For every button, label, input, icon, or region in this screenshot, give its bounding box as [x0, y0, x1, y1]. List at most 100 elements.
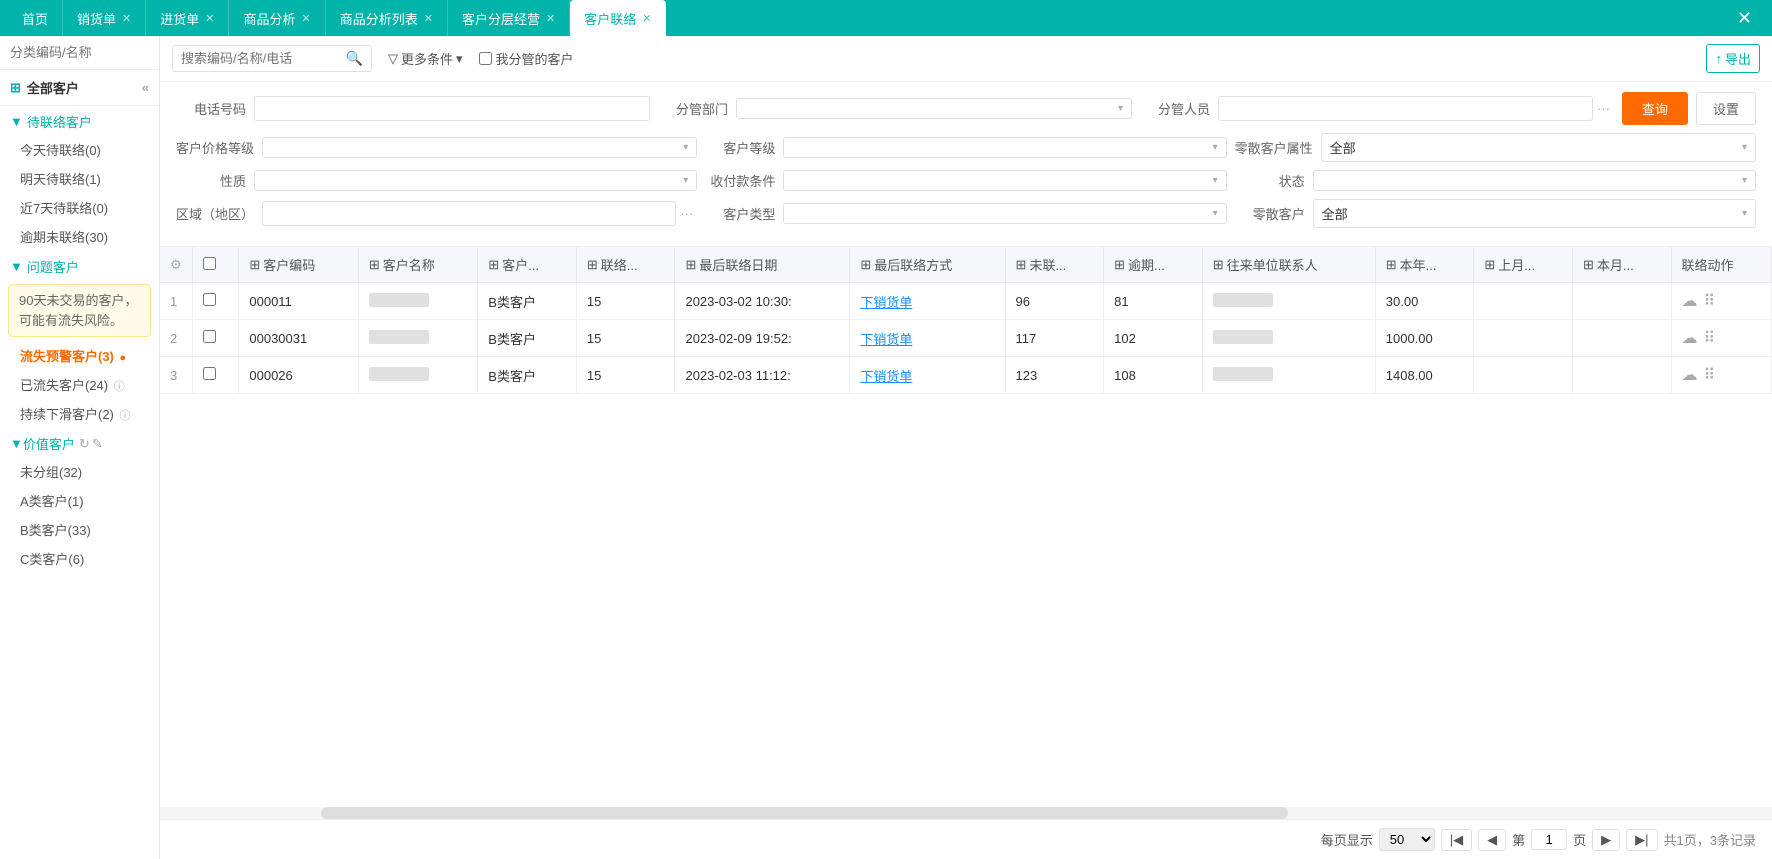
sidebar-group-waiting[interactable]: ▼ 待联络客户: [0, 106, 159, 135]
filter-status: 状态 ▾: [1235, 170, 1756, 191]
close-icon[interactable]: ✕: [122, 12, 131, 25]
close-icon[interactable]: ✕: [205, 12, 214, 25]
more-dots-icon[interactable]: ···: [1593, 101, 1614, 116]
col-sort-icon: ⊞: [587, 257, 598, 273]
dept-select[interactable]: ▾: [736, 98, 1132, 119]
prev-page-button[interactable]: ◀: [1478, 829, 1506, 851]
horizontal-scrollbar[interactable]: [160, 807, 1772, 819]
more-action-icon[interactable]: ⠿: [1704, 365, 1716, 385]
info-icon: ⓘ: [120, 410, 131, 422]
gender-select[interactable]: ▾: [254, 170, 697, 191]
more-conditions-button[interactable]: ▽ 更多条件 ▾: [380, 45, 471, 72]
row-number: 2: [160, 320, 192, 357]
next-page-button[interactable]: ▶: [1592, 829, 1620, 851]
table-settings-col[interactable]: ⚙: [160, 247, 192, 283]
sidebar-item-today[interactable]: 今天待联络(0): [0, 135, 159, 164]
my-customers-checkbox[interactable]: [479, 52, 492, 65]
row-name: [358, 357, 477, 394]
close-icon[interactable]: ✕: [546, 12, 555, 25]
export-button[interactable]: ↑ 导出: [1706, 44, 1760, 73]
row-checkbox[interactable]: [203, 367, 216, 380]
col-sort-icon: ⊞: [1213, 257, 1224, 273]
sidebar-item-warning[interactable]: 流失预警客户(3) ●: [0, 341, 159, 370]
table-row: 1 000011 B类客户 15 2023-03-02 10:30: 下销货单 …: [160, 283, 1772, 320]
row-checkbox[interactable]: [203, 330, 216, 343]
customer-type-select[interactable]: ▾: [783, 203, 1226, 224]
export-icon: ↑: [1715, 51, 1722, 66]
sidebar-item-classB[interactable]: B类客户(33): [0, 515, 159, 544]
region-input[interactable]: [262, 201, 676, 226]
col-sort-icon: ⊞: [1114, 257, 1125, 273]
sidebar-item-ungroup[interactable]: 未分组(32): [0, 457, 159, 486]
first-page-button[interactable]: |◀: [1441, 829, 1472, 851]
tab-sales[interactable]: 销货单 ✕: [63, 0, 146, 36]
row-this-month: [1572, 283, 1671, 320]
row-last-date: 2023-02-03 11:12:: [675, 357, 850, 394]
th-type: ⊞ 客户...: [478, 247, 577, 283]
more-action-icon[interactable]: ⠿: [1704, 328, 1716, 348]
sidebar-item-lost[interactable]: 已流失客户(24) ⓘ: [0, 370, 159, 399]
th-this-month: ⊞ 本月...: [1572, 247, 1671, 283]
tab-home[interactable]: 首页: [8, 0, 63, 36]
sidebar-item-declining[interactable]: 持续下滑客户(2) ⓘ: [0, 399, 159, 428]
query-button[interactable]: 查询: [1622, 92, 1688, 125]
content-area: 🔍 ▽ 更多条件 ▾ 我分管的客户 ↑ 导出 电话号码: [160, 36, 1772, 859]
more-action-icon[interactable]: ⠿: [1704, 291, 1716, 311]
row-last-date: 2023-02-09 19:52:: [675, 320, 850, 357]
settings-button[interactable]: 设置: [1696, 92, 1756, 125]
tab-customer-tier[interactable]: 客户分层经营 ✕: [448, 0, 570, 36]
tab-analysis-list[interactable]: 商品分析列表 ✕: [326, 0, 448, 36]
contact-icon[interactable]: ☁: [1682, 365, 1698, 385]
tab-purchase[interactable]: 进货单 ✕: [146, 0, 229, 36]
last-method-link[interactable]: 下销货单: [860, 295, 912, 310]
th-action: 联络动作: [1671, 247, 1771, 283]
search-input-wrap: 🔍: [172, 45, 372, 72]
contact-icon[interactable]: ☁: [1682, 328, 1698, 348]
row-actions: ☁ ⠿: [1671, 320, 1771, 357]
window-close-button[interactable]: ✕: [1725, 8, 1764, 29]
tab-analysis[interactable]: 商品分析 ✕: [229, 0, 325, 36]
sidebar-group-problem[interactable]: ▼ 问题客户: [0, 251, 159, 280]
sidebar-item-classC[interactable]: C类客户(6): [0, 544, 159, 573]
main-search-input[interactable]: [181, 51, 342, 66]
page-number-input[interactable]: [1531, 829, 1567, 850]
filter-zero-attr: 零散客户属性 全部▾: [1235, 133, 1756, 162]
edit-icon[interactable]: ✎: [92, 436, 103, 452]
filter-row-3: 性质 ▾ 收付款条件 ▾ 状态 ▾: [176, 170, 1756, 191]
last-method-link[interactable]: 下销货单: [860, 332, 912, 347]
price-level-select[interactable]: ▾: [262, 137, 697, 158]
main-search-icon[interactable]: 🔍: [346, 50, 363, 67]
sidebar-item-tomorrow[interactable]: 明天待联络(1): [0, 164, 159, 193]
zero-attr-select[interactable]: 全部▾: [1321, 133, 1756, 162]
contact-icon[interactable]: ☁: [1682, 291, 1698, 311]
row-this-year: 1000.00: [1375, 320, 1474, 357]
sidebar-search-input[interactable]: [10, 45, 160, 60]
sidebar-group-value[interactable]: ▼ 价值客户 ↻ ✎: [0, 428, 159, 457]
person-input[interactable]: [1218, 96, 1593, 121]
close-icon[interactable]: ✕: [302, 12, 311, 25]
status-select[interactable]: ▾: [1313, 170, 1756, 191]
close-icon[interactable]: ✕: [642, 12, 651, 25]
last-page-button[interactable]: ▶|: [1626, 829, 1657, 851]
phone-input[interactable]: [254, 96, 650, 121]
row-checkbox[interactable]: [203, 293, 216, 306]
sidebar-item-week[interactable]: 近7天待联络(0): [0, 193, 159, 222]
sidebar-item-overdue[interactable]: 逾期未联络(30): [0, 222, 159, 251]
last-method-link[interactable]: 下销货单: [860, 369, 912, 384]
row-last-method: 下销货单: [850, 320, 1005, 357]
page-size-select[interactable]: 50 100 200: [1379, 828, 1435, 851]
payment-select[interactable]: ▾: [783, 170, 1226, 191]
sidebar-item-classA[interactable]: A类客户(1): [0, 486, 159, 515]
tab-customer-link[interactable]: 客户联络 ✕: [570, 0, 666, 36]
filter-icon: ▽: [388, 51, 398, 67]
collapse-icon: «: [142, 80, 149, 95]
refresh-icon[interactable]: ↻: [79, 436, 90, 452]
zero-customer-select[interactable]: 全部▾: [1313, 199, 1756, 228]
select-all-checkbox[interactable]: [203, 257, 216, 270]
col-sort-icon: ⊞: [1583, 257, 1594, 273]
more-dots-icon[interactable]: ···: [676, 206, 697, 221]
customer-level-select[interactable]: ▾: [783, 137, 1226, 158]
sidebar-all-customers[interactable]: ⊞ 全部客户 «: [0, 70, 159, 106]
filter-payment: 收付款条件 ▾: [705, 170, 1226, 191]
close-icon[interactable]: ✕: [424, 12, 433, 25]
